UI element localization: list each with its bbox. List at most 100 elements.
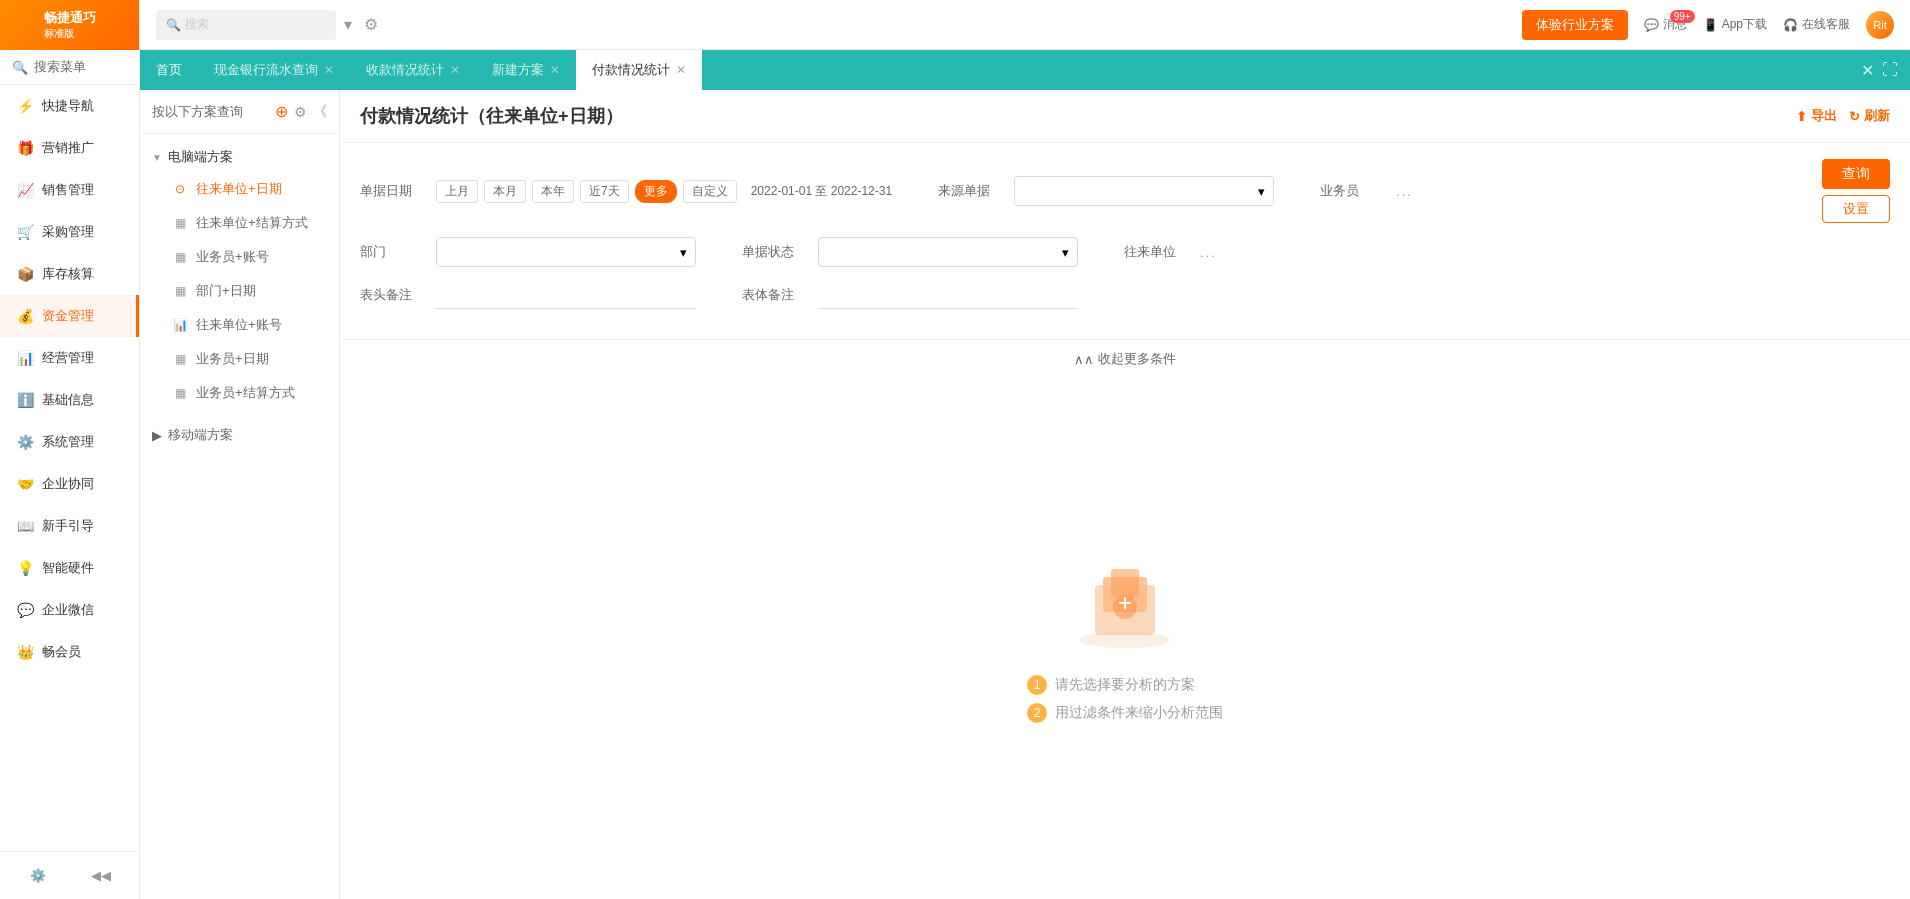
- scheme-collapse-btn[interactable]: 《: [313, 103, 327, 121]
- tab-home-label: 首页: [156, 61, 182, 79]
- sidebar-item-vip[interactable]: 👑 畅会员: [0, 631, 139, 673]
- date-btn-this-year[interactable]: 本年: [532, 180, 574, 203]
- topbar-left: 🔍 搜索 ▾ ⚙: [156, 10, 1510, 40]
- tab-maximize-btn[interactable]: ⛶: [1882, 61, 1898, 79]
- online-service-btn[interactable]: 🎧 在线客服: [1783, 16, 1850, 33]
- sidebar-footer: ⚙️ ◀◀: [0, 851, 139, 899]
- date-btn-this-month[interactable]: 本月: [484, 180, 526, 203]
- sidebar-item-purchase[interactable]: 🛒 采购管理: [0, 211, 139, 253]
- sidebar-item-basic-info[interactable]: ℹ️ 基础信息: [0, 379, 139, 421]
- tab-cashflow[interactable]: 现金银行流水查询 ✕: [198, 50, 350, 90]
- tab-new-scheme[interactable]: 新建方案 ✕: [476, 50, 576, 90]
- refresh-btn[interactable]: ↻ 刷新: [1849, 107, 1890, 125]
- date-btn-more[interactable]: 更多: [635, 180, 677, 203]
- topbar-actions: 体验行业方案 💬 消息 99+ 📱 App下载 🎧 在线客服 Rit: [1522, 10, 1894, 40]
- scheme-item-partner-settlement[interactable]: ▦ 往来单位+结算方式: [140, 206, 339, 240]
- tab-new-scheme-close[interactable]: ✕: [550, 63, 560, 77]
- sidebar-item-quicknav[interactable]: ⚡ 快捷导航: [0, 85, 139, 127]
- inventory-icon: 📦: [16, 265, 34, 283]
- search-label: 搜索菜单: [34, 58, 86, 76]
- page-title-actions: ⬆ 导出 ↻ 刷新: [1796, 107, 1890, 125]
- sidebar-item-marketing[interactable]: 🎁 营销推广: [0, 127, 139, 169]
- tab-cashflow-close[interactable]: ✕: [324, 63, 334, 77]
- scheme-item-salesman-account[interactable]: ▦ 业务员+账号: [140, 240, 339, 274]
- sidebar-item-guide[interactable]: 📖 新手引导: [0, 505, 139, 547]
- scheme-item-salesman-settlement[interactable]: ▦ 业务员+结算方式: [140, 376, 339, 410]
- header-note-input[interactable]: [436, 281, 696, 309]
- tab-home[interactable]: 首页: [140, 50, 198, 90]
- query-section: 查询 设置: [1822, 159, 1890, 223]
- tab-payments-close[interactable]: ✕: [676, 63, 686, 77]
- date-btn-7days[interactable]: 近7天: [580, 180, 629, 203]
- body-note-label: 表体备注: [742, 286, 802, 304]
- messages-btn[interactable]: 💬 消息 99+: [1644, 16, 1687, 33]
- tab-payments[interactable]: 付款情况统计 ✕: [576, 50, 702, 90]
- query-btn[interactable]: 查询: [1822, 159, 1890, 189]
- mobile-group-label: 移动端方案: [168, 426, 233, 444]
- sidebar-item-wechat[interactable]: 💬 企业微信: [0, 589, 139, 631]
- service-icon: 🎧: [1783, 18, 1798, 32]
- footer-settings-btn[interactable]: ⚙️: [10, 862, 66, 889]
- scheme-item-partner-account[interactable]: 📊 往来单位+账号: [140, 308, 339, 342]
- filter-box: 单据日期 上月 本月 本年 近7天 更多 自定义 2022-01-01 至 20…: [340, 143, 1910, 378]
- dept-select[interactable]: ▾: [436, 237, 696, 267]
- scheme-mobile-group[interactable]: ▶ 移动端方案: [140, 418, 339, 448]
- date-btn-last-month[interactable]: 上月: [436, 180, 478, 203]
- scheme-partner-account-label: 往来单位+账号: [196, 316, 282, 334]
- tab-receipts[interactable]: 收款情况统计 ✕: [350, 50, 476, 90]
- topbar-dropdown-btn[interactable]: ▾: [344, 15, 352, 34]
- scheme-grid-icon-1: ▦: [172, 215, 188, 231]
- topbar: 🔍 搜索 ▾ ⚙ 体验行业方案 💬 消息 99+ 📱 App下载 🎧 在线客服 …: [140, 0, 1910, 50]
- filter-settings-btn[interactable]: 设置: [1822, 195, 1890, 223]
- partner-ellipsis-btn[interactable]: ...: [1200, 245, 1217, 260]
- operations-icon: 📊: [16, 349, 34, 367]
- date-btn-custom[interactable]: 自定义: [683, 180, 737, 203]
- empty-tips: 1 请先选择要分析的方案 2 用过滤条件来缩小分析范围: [1027, 675, 1223, 723]
- empty-illustration: [1065, 555, 1185, 655]
- scheme-salesman-date-label: 业务员+日期: [196, 350, 269, 368]
- salesman-ellipsis-btn[interactable]: ...: [1396, 184, 1413, 199]
- sidebar-operations-label: 经营管理: [42, 349, 94, 367]
- filter-row-2: 部门 ▾ 单据状态 ▾ 往来单位 ...: [360, 237, 1890, 267]
- empty-state: 1 请先选择要分析的方案 2 用过滤条件来缩小分析范围: [340, 378, 1910, 899]
- source-select[interactable]: ▾: [1014, 176, 1274, 206]
- scheme-item-dept-date[interactable]: ▦ 部门+日期: [140, 274, 339, 308]
- scheme-add-btn[interactable]: ⊕: [275, 102, 288, 121]
- scheme-settings-btn[interactable]: ⚙: [294, 104, 307, 120]
- sidebar-item-hardware[interactable]: 💡 智能硬件: [0, 547, 139, 589]
- scheme-item-partner-date[interactable]: ⊙ 往来单位+日期: [140, 172, 339, 206]
- basic-info-icon: ℹ️: [16, 391, 34, 409]
- footer-collapse-btn[interactable]: ◀◀: [74, 862, 130, 889]
- marketing-icon: 🎁: [16, 139, 34, 157]
- scheme-desktop-title[interactable]: ▼ 电脑端方案: [140, 142, 339, 172]
- sidebar-item-sales[interactable]: 📈 销售管理: [0, 169, 139, 211]
- scheme-active-icon: ⊙: [172, 181, 188, 197]
- sidebar-hardware-label: 智能硬件: [42, 559, 94, 577]
- content-area: 付款情况统计（往来单位+日期） ⬆ 导出 ↻ 刷新: [340, 90, 1910, 899]
- sidebar-item-collab[interactable]: 🤝 企业协同: [0, 463, 139, 505]
- scheme-item-salesman-date[interactable]: ▦ 业务员+日期: [140, 342, 339, 376]
- sidebar-purchase-label: 采购管理: [42, 223, 94, 241]
- tab-receipts-close[interactable]: ✕: [450, 63, 460, 77]
- body-note-input[interactable]: [818, 281, 1078, 309]
- user-avatar[interactable]: Rit: [1866, 11, 1894, 39]
- doc-status-select[interactable]: ▾: [818, 237, 1078, 267]
- collapse-more-btn[interactable]: ∧∧ 收起更多条件: [340, 340, 1910, 378]
- sidebar-item-operations[interactable]: 📊 经营管理: [0, 337, 139, 379]
- sidebar-item-inventory[interactable]: 📦 库存核算: [0, 253, 139, 295]
- sidebar-item-system[interactable]: ⚙️ 系统管理: [0, 421, 139, 463]
- export-btn[interactable]: ⬆ 导出: [1796, 107, 1837, 125]
- sidebar-search[interactable]: 🔍 搜索菜单: [0, 50, 139, 85]
- empty-tip-2: 2 用过滤条件来缩小分析范围: [1027, 703, 1223, 723]
- tab-close-all-btn[interactable]: ✕: [1861, 61, 1874, 80]
- empty-tip-1: 1 请先选择要分析的方案: [1027, 675, 1223, 695]
- sidebar-system-label: 系统管理: [42, 433, 94, 451]
- vip-icon: 👑: [16, 643, 34, 661]
- sidebar-item-finance[interactable]: 💰 资金管理: [0, 295, 139, 337]
- topbar-settings-btn[interactable]: ⚙: [364, 15, 378, 34]
- empty-tip-1-text: 请先选择要分析的方案: [1055, 676, 1195, 694]
- app-download-btn[interactable]: 📱 App下载: [1703, 16, 1767, 33]
- dept-chevron: ▾: [680, 245, 687, 260]
- trial-btn[interactable]: 体验行业方案: [1522, 10, 1628, 40]
- refresh-label: 刷新: [1864, 107, 1890, 125]
